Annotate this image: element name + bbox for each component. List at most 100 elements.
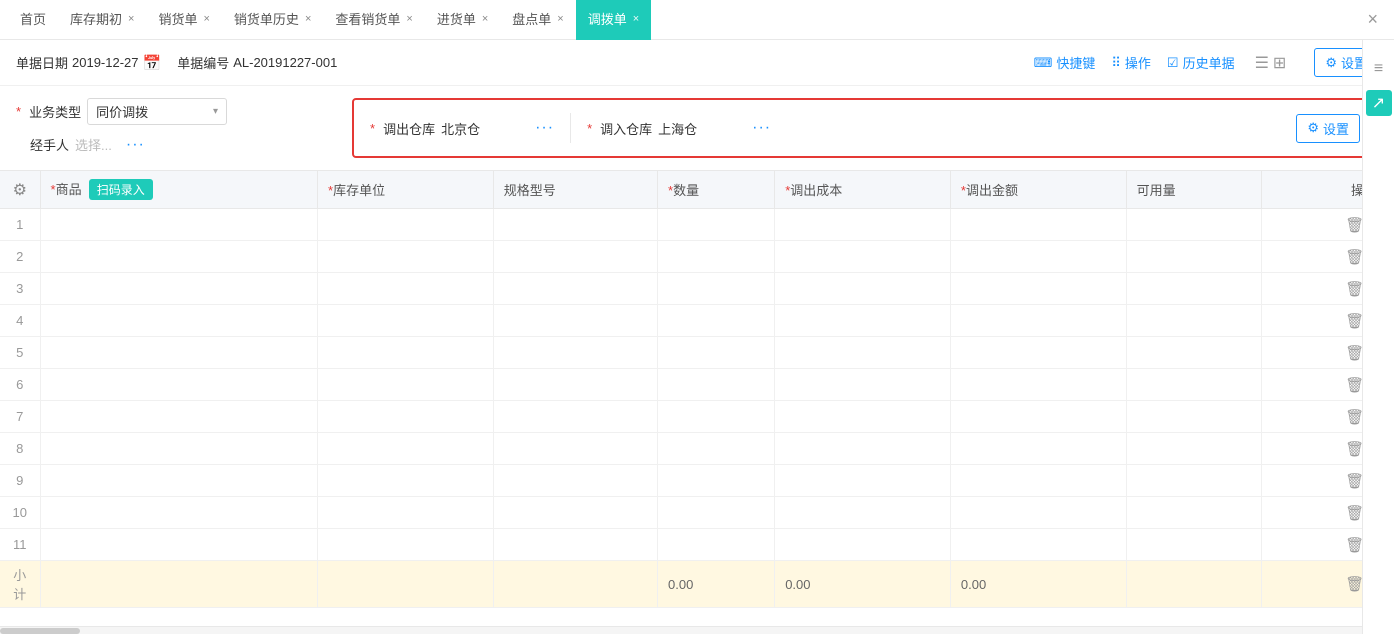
transfer-out-more-btn[interactable]: ···	[535, 119, 554, 137]
row-unit-1[interactable]	[318, 209, 494, 241]
row-available-4[interactable]	[1126, 305, 1261, 337]
row-cost-6[interactable]	[775, 369, 951, 401]
row-spec-6[interactable]	[493, 369, 657, 401]
row-cost-2[interactable]	[775, 241, 951, 273]
row-cost-9[interactable]	[775, 465, 951, 497]
tab-transfer[interactable]: 调拨单 ×	[576, 0, 651, 40]
row-qty-4[interactable]	[658, 305, 775, 337]
calendar-icon[interactable]: 📅	[143, 54, 162, 72]
tab-inventory-init[interactable]: 库存期初 ×	[58, 0, 146, 40]
row-amount-9[interactable]	[950, 465, 1126, 497]
row-product-4[interactable]	[40, 305, 318, 337]
row-cost-8[interactable]	[775, 433, 951, 465]
row-cost-11[interactable]	[775, 529, 951, 561]
row-available-2[interactable]	[1126, 241, 1261, 273]
operations-btn[interactable]: ⠿ 操作	[1111, 53, 1151, 72]
row-qty-3[interactable]	[658, 273, 775, 305]
row-amount-10[interactable]	[950, 497, 1126, 529]
scrollbar-thumb[interactable]	[0, 628, 80, 634]
row-unit-4[interactable]	[318, 305, 494, 337]
row-spec-1[interactable]	[493, 209, 657, 241]
row-qty-6[interactable]	[658, 369, 775, 401]
row-available-7[interactable]	[1126, 401, 1261, 433]
gear-icon[interactable]: ⚙	[13, 182, 27, 199]
row-cost-10[interactable]	[775, 497, 951, 529]
row-unit-10[interactable]	[318, 497, 494, 529]
tab-close-purchase[interactable]: ×	[482, 13, 488, 25]
tab-close-inventory-init[interactable]: ×	[128, 13, 134, 25]
row-cost-7[interactable]	[775, 401, 951, 433]
row-unit-3[interactable]	[318, 273, 494, 305]
row-available-10[interactable]	[1126, 497, 1261, 529]
row-product-3[interactable]	[40, 273, 318, 305]
tab-inventory-check[interactable]: 盘点单 ×	[500, 0, 575, 40]
row-available-6[interactable]	[1126, 369, 1261, 401]
layout-icon-2[interactable]: ⊞	[1273, 53, 1286, 73]
row-spec-2[interactable]	[493, 241, 657, 273]
right-panel-export-icon[interactable]: ↗	[1366, 90, 1392, 116]
row-product-7[interactable]	[40, 401, 318, 433]
row-amount-8[interactable]	[950, 433, 1126, 465]
tab-close-view-sales[interactable]: ×	[406, 13, 412, 25]
row-amount-6[interactable]	[950, 369, 1126, 401]
tab-close-sales-order[interactable]: ×	[203, 13, 209, 25]
row-product-9[interactable]	[40, 465, 318, 497]
row-qty-5[interactable]	[658, 337, 775, 369]
layout-icon-1[interactable]: ☰	[1255, 53, 1269, 73]
window-close-button[interactable]: ×	[1359, 9, 1386, 30]
warehouse-settings-button[interactable]: ⚙ 设置	[1296, 114, 1360, 143]
row-cost-1[interactable]	[775, 209, 951, 241]
row-unit-7[interactable]	[318, 401, 494, 433]
row-available-1[interactable]	[1126, 209, 1261, 241]
row-spec-5[interactable]	[493, 337, 657, 369]
col-gear[interactable]: ⚙	[0, 171, 40, 209]
row-cost-5[interactable]	[775, 337, 951, 369]
row-qty-9[interactable]	[658, 465, 775, 497]
row-product-10[interactable]	[40, 497, 318, 529]
row-available-11[interactable]	[1126, 529, 1261, 561]
row-amount-11[interactable]	[950, 529, 1126, 561]
table-container[interactable]: ⚙ *商品 扫码录入 *库存单位 规格型号 *数量 *调出成本 *调出金额 可用…	[0, 170, 1394, 626]
tab-close-sales-history[interactable]: ×	[305, 13, 311, 25]
right-panel-list-icon[interactable]: ≡	[1366, 56, 1392, 82]
row-amount-1[interactable]	[950, 209, 1126, 241]
row-qty-8[interactable]	[658, 433, 775, 465]
shortcuts-btn[interactable]: ⌨ 快捷键	[1034, 53, 1096, 72]
row-unit-8[interactable]	[318, 433, 494, 465]
row-spec-10[interactable]	[493, 497, 657, 529]
row-amount-5[interactable]	[950, 337, 1126, 369]
tab-sales-order[interactable]: 销货单 ×	[146, 0, 221, 40]
row-spec-9[interactable]	[493, 465, 657, 497]
row-spec-8[interactable]	[493, 433, 657, 465]
row-unit-5[interactable]	[318, 337, 494, 369]
person-more-btn[interactable]: ···	[126, 136, 145, 154]
row-unit-2[interactable]	[318, 241, 494, 273]
row-available-5[interactable]	[1126, 337, 1261, 369]
row-qty-10[interactable]	[658, 497, 775, 529]
row-unit-11[interactable]	[318, 529, 494, 561]
row-cost-3[interactable]	[775, 273, 951, 305]
tab-close-inventory-check[interactable]: ×	[557, 13, 563, 25]
person-select[interactable]: 选择...	[75, 135, 112, 154]
row-cost-4[interactable]	[775, 305, 951, 337]
tab-close-transfer[interactable]: ×	[633, 13, 639, 25]
history-btn[interactable]: ☑ 历史单据	[1167, 53, 1235, 72]
tab-view-sales[interactable]: 查看销货单 ×	[323, 0, 424, 40]
scan-btn[interactable]: 扫码录入	[89, 179, 153, 200]
row-qty-2[interactable]	[658, 241, 775, 273]
row-product-6[interactable]	[40, 369, 318, 401]
row-qty-1[interactable]	[658, 209, 775, 241]
row-amount-2[interactable]	[950, 241, 1126, 273]
row-amount-7[interactable]	[950, 401, 1126, 433]
tab-home[interactable]: 首页	[8, 0, 58, 40]
row-amount-4[interactable]	[950, 305, 1126, 337]
row-amount-3[interactable]	[950, 273, 1126, 305]
business-type-select[interactable]: 同价调拨 ▾	[87, 98, 227, 125]
row-qty-11[interactable]	[658, 529, 775, 561]
horizontal-scrollbar[interactable]	[0, 626, 1394, 634]
row-available-3[interactable]	[1126, 273, 1261, 305]
row-spec-3[interactable]	[493, 273, 657, 305]
row-spec-7[interactable]	[493, 401, 657, 433]
row-product-8[interactable]	[40, 433, 318, 465]
row-product-1[interactable]	[40, 209, 318, 241]
